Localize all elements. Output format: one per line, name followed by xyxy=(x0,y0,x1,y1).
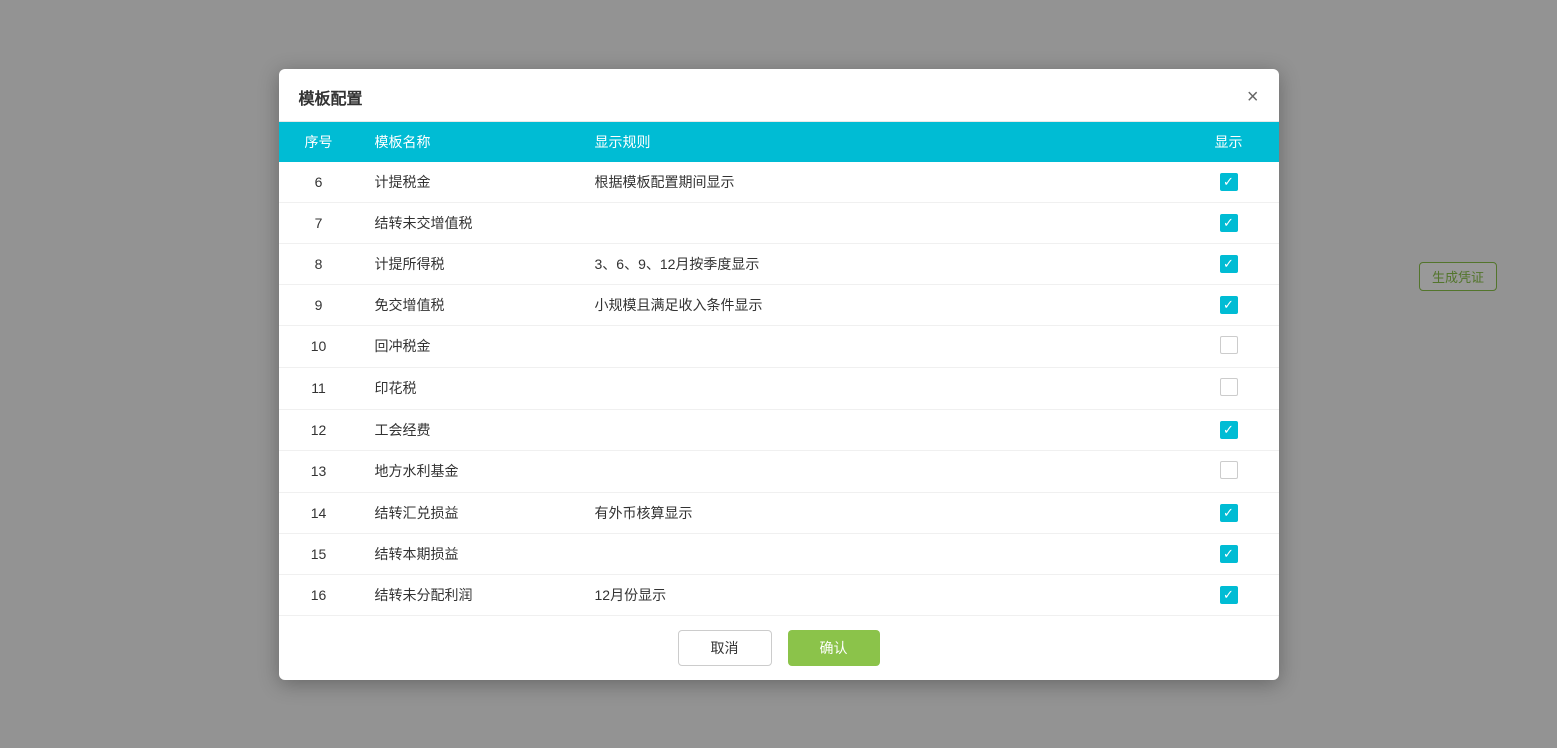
row-id: 14 xyxy=(279,492,359,533)
modal-header: 模板配置 × xyxy=(279,69,1279,122)
row-checkbox-cell: ✓ xyxy=(1179,243,1279,284)
row-name: 计提税金 xyxy=(359,162,579,203)
row-rule xyxy=(579,367,1179,409)
table-row: 14结转汇兑损益有外币核算显示 ✓ xyxy=(279,492,1279,533)
table-row: 7结转未交增值税 ✓ xyxy=(279,202,1279,243)
modal-close-button[interactable]: × xyxy=(1247,87,1259,107)
row-id: 11 xyxy=(279,367,359,409)
row-id: 16 xyxy=(279,574,359,615)
checkbox-checked[interactable]: ✓ xyxy=(1220,214,1238,232)
row-rule: 有外币核算显示 xyxy=(579,492,1179,533)
checkbox-checked[interactable]: ✓ xyxy=(1220,504,1238,522)
row-rule: 根据模板配置期间显示 xyxy=(579,162,1179,203)
col-header-id: 序号 xyxy=(279,122,359,162)
row-id: 10 xyxy=(279,325,359,367)
checkbox-checked[interactable]: ✓ xyxy=(1220,545,1238,563)
modal-table-container: 序号 模板名称 显示规则 显示 6计提税金根据模板配置期间显示✓7结转未交增值税… xyxy=(279,122,1279,615)
row-rule xyxy=(579,533,1179,574)
row-checkbox-cell: ✓ xyxy=(1179,492,1279,533)
row-checkbox-cell: ✓ xyxy=(1179,162,1279,203)
table-row: 12工会经费 ✓ xyxy=(279,409,1279,450)
checkbox-checked[interactable]: ✓ xyxy=(1220,173,1238,191)
col-header-show: 显示 xyxy=(1179,122,1279,162)
row-id: 13 xyxy=(279,450,359,492)
row-checkbox-cell xyxy=(1179,450,1279,492)
cancel-button[interactable]: 取消 xyxy=(678,630,772,666)
table-row: 8计提所得税3、6、9、12月按季度显示 ✓ xyxy=(279,243,1279,284)
checkbox-checked[interactable]: ✓ xyxy=(1220,255,1238,273)
row-checkbox-cell: ✓ xyxy=(1179,574,1279,615)
row-name: 结转本期损益 xyxy=(359,533,579,574)
modal-title: 模板配置 xyxy=(299,85,363,109)
col-header-name: 模板名称 xyxy=(359,122,579,162)
row-rule xyxy=(579,409,1179,450)
confirm-button[interactable]: 确认 xyxy=(788,630,880,666)
modal-template-config: 模板配置 × 序号 模板名称 显示规则 显示 6计提税金根据模板配置期间显示✓7… xyxy=(279,69,1279,680)
row-checkbox-cell xyxy=(1179,367,1279,409)
row-rule xyxy=(579,325,1179,367)
table-row: 15结转本期损益 ✓ xyxy=(279,533,1279,574)
config-table: 序号 模板名称 显示规则 显示 6计提税金根据模板配置期间显示✓7结转未交增值税… xyxy=(279,122,1279,615)
row-id: 9 xyxy=(279,284,359,325)
checkbox-unchecked[interactable] xyxy=(1220,378,1238,396)
row-name: 结转汇兑损益 xyxy=(359,492,579,533)
table-row: 9免交增值税小规模且满足收入条件显示 ✓ xyxy=(279,284,1279,325)
row-name: 免交增值税 xyxy=(359,284,579,325)
table-row: 11印花税 xyxy=(279,367,1279,409)
table-row: 10回冲税金 xyxy=(279,325,1279,367)
checkbox-checked[interactable]: ✓ xyxy=(1220,421,1238,439)
checkbox-checked[interactable]: ✓ xyxy=(1220,296,1238,314)
row-rule: 小规模且满足收入条件显示 xyxy=(579,284,1179,325)
table-row: 6计提税金根据模板配置期间显示 ✓ xyxy=(279,162,1279,203)
modal-footer: 取消 确认 xyxy=(279,615,1279,680)
row-name: 计提所得税 xyxy=(359,243,579,284)
table-row: 13地方水利基金 xyxy=(279,450,1279,492)
row-name: 回冲税金 xyxy=(359,325,579,367)
checkbox-unchecked[interactable] xyxy=(1220,461,1238,479)
checkbox-checked[interactable]: ✓ xyxy=(1220,586,1238,604)
row-checkbox-cell: ✓ xyxy=(1179,284,1279,325)
row-checkbox-cell: ✓ xyxy=(1179,533,1279,574)
row-rule xyxy=(579,202,1179,243)
row-id: 7 xyxy=(279,202,359,243)
row-id: 15 xyxy=(279,533,359,574)
table-row: 16结转未分配利润12月份显示 ✓ xyxy=(279,574,1279,615)
row-id: 12 xyxy=(279,409,359,450)
row-rule: 3、6、9、12月按季度显示 xyxy=(579,243,1179,284)
col-header-rule: 显示规则 xyxy=(579,122,1179,162)
row-name: 印花税 xyxy=(359,367,579,409)
row-name: 工会经费 xyxy=(359,409,579,450)
modal-overlay: 模板配置 × 序号 模板名称 显示规则 显示 6计提税金根据模板配置期间显示✓7… xyxy=(0,0,1557,748)
row-rule xyxy=(579,450,1179,492)
row-name: 结转未交增值税 xyxy=(359,202,579,243)
row-rule: 12月份显示 xyxy=(579,574,1179,615)
row-name: 地方水利基金 xyxy=(359,450,579,492)
checkbox-unchecked[interactable] xyxy=(1220,336,1238,354)
row-checkbox-cell: ✓ xyxy=(1179,409,1279,450)
row-checkbox-cell xyxy=(1179,325,1279,367)
row-checkbox-cell: ✓ xyxy=(1179,202,1279,243)
row-id: 8 xyxy=(279,243,359,284)
row-id: 6 xyxy=(279,162,359,203)
row-name: 结转未分配利润 xyxy=(359,574,579,615)
